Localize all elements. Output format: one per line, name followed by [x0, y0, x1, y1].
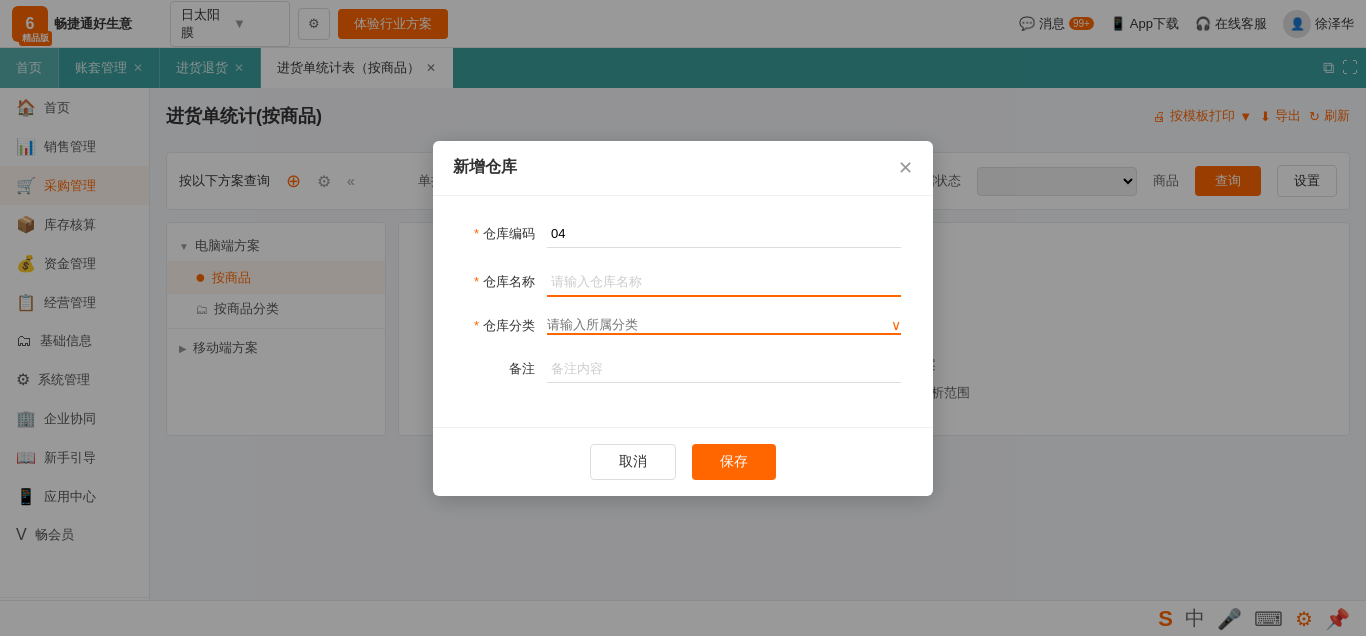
remark-input[interactable] — [547, 355, 901, 383]
cancel-button[interactable]: 取消 — [590, 444, 676, 480]
name-input[interactable] — [547, 268, 901, 297]
form-row-code: *仓库编码 — [465, 220, 901, 248]
save-button[interactable]: 保存 — [692, 444, 776, 480]
category-select-wrap: ∨ — [547, 317, 901, 335]
modal-overlay: 新增仓库 ✕ *仓库编码 *仓库名称 *仓库分类 — [0, 0, 1366, 636]
modal-header: 新增仓库 ✕ — [433, 141, 933, 196]
modal-title: 新增仓库 — [453, 157, 517, 178]
modal-body: *仓库编码 *仓库名称 *仓库分类 ∨ — [433, 196, 933, 427]
remark-label: 备注 — [465, 360, 535, 378]
add-warehouse-modal: 新增仓库 ✕ *仓库编码 *仓库名称 *仓库分类 — [433, 141, 933, 496]
form-row-name: *仓库名称 — [465, 268, 901, 297]
chevron-down-icon: ∨ — [891, 317, 901, 333]
code-input[interactable] — [547, 220, 901, 248]
category-input[interactable] — [547, 317, 891, 332]
modal-footer: 取消 保存 — [433, 427, 933, 496]
name-label: *仓库名称 — [465, 273, 535, 291]
category-label: *仓库分类 — [465, 317, 535, 335]
code-label: *仓库编码 — [465, 225, 535, 243]
modal-close-button[interactable]: ✕ — [898, 157, 913, 179]
form-row-category: *仓库分类 ∨ — [465, 317, 901, 335]
form-row-remark: 备注 — [465, 355, 901, 383]
